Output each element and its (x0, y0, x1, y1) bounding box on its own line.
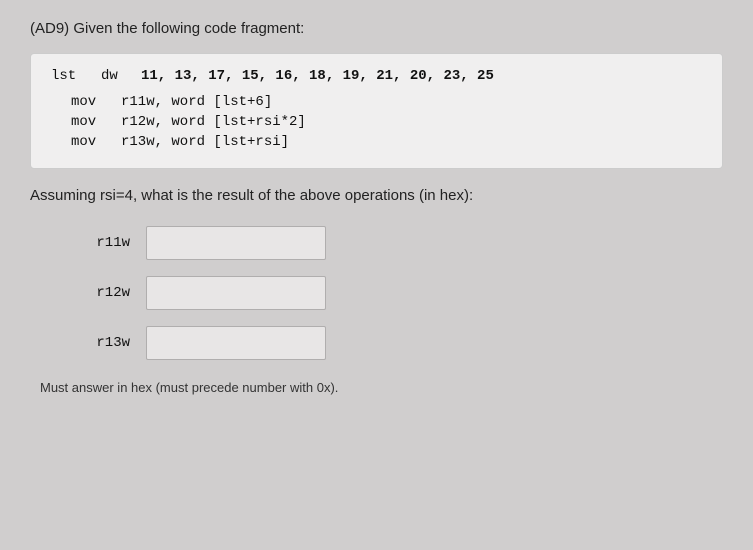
mov-2: mov (71, 114, 121, 130)
mov-3: mov (71, 134, 121, 150)
operand-3: r13w, word [lst+rsi] (121, 134, 289, 150)
question-title: (AD9) Given the following code fragment: (30, 20, 723, 37)
answer-section: r11w r12w r13w (30, 226, 723, 360)
answer-row-r12w: r12w (70, 276, 723, 310)
code-dw-line: lst dw 11, 13, 17, 15, 16, 18, 19, 21, 2… (51, 68, 702, 84)
answer-row-r13w: r13w (70, 326, 723, 360)
mov-1: mov (71, 94, 121, 110)
note-text: Must answer in hex (must precede number … (30, 380, 723, 395)
instruction-line-1: mov r11w, word [lst+6] (71, 94, 702, 110)
r13w-input[interactable] (146, 326, 326, 360)
lst-label: lst (51, 68, 101, 84)
r12w-label: r12w (70, 285, 130, 301)
instruction-line-3: mov r13w, word [lst+rsi] (71, 134, 702, 150)
instruction-line-2: mov r12w, word [lst+rsi*2] (71, 114, 702, 130)
code-box: lst dw 11, 13, 17, 15, 16, 18, 19, 21, 2… (30, 53, 723, 169)
r13w-label: r13w (70, 335, 130, 351)
operand-1: r11w, word [lst+6] (121, 94, 272, 110)
dw-label: dw (101, 68, 141, 84)
code-instructions: mov r11w, word [lst+6] mov r12w, word [l… (51, 94, 702, 150)
r11w-input[interactable] (146, 226, 326, 260)
operand-2: r12w, word [lst+rsi*2] (121, 114, 306, 130)
dw-values: 11, 13, 17, 15, 16, 18, 19, 21, 20, 23, … (141, 68, 494, 84)
answer-row-r11w: r11w (70, 226, 723, 260)
r11w-label: r11w (70, 235, 130, 251)
page-container: (AD9) Given the following code fragment:… (0, 0, 753, 550)
question-text: Assuming rsi=4, what is the result of th… (30, 187, 723, 204)
r12w-input[interactable] (146, 276, 326, 310)
